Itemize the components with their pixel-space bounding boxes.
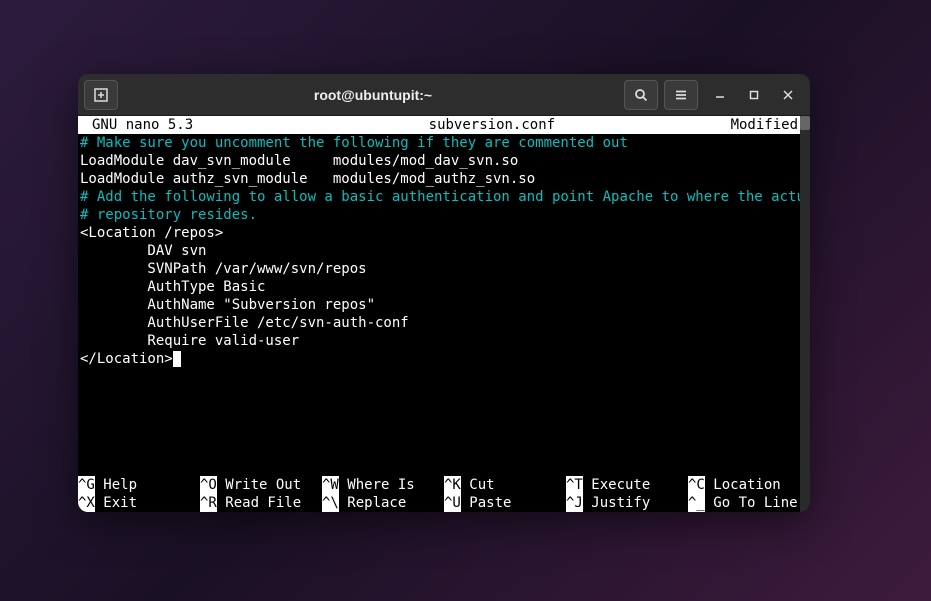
editor-line: SVNPath /var/www/svn/repos [80, 260, 810, 278]
nano-shortcut: ^U Paste [444, 494, 566, 512]
nano-shortcut: ^R Read File [200, 494, 322, 512]
cursor [173, 351, 181, 367]
scrollbar[interactable] [800, 116, 810, 512]
editor-content[interactable]: # Make sure you uncomment the following … [78, 134, 810, 368]
nano-status: Modified [731, 116, 808, 134]
nano-shortcut-row: ^X Exit ^R Read File ^\ Replace ^U Paste… [78, 494, 810, 512]
editor-line: </Location> [80, 350, 810, 368]
nano-shortcut: ^O Write Out [200, 476, 322, 494]
menu-button[interactable] [664, 80, 698, 110]
editor-line: AuthName "Subversion repos" [80, 296, 810, 314]
nano-shortcut: ^T Execute [566, 476, 688, 494]
nano-shortcut: ^K Cut [444, 476, 566, 494]
editor-line: # Make sure you uncomment the following … [80, 134, 810, 152]
editor-line: # repository resides. [80, 206, 810, 224]
editor-line: # Add the following to allow a basic aut… [80, 188, 810, 206]
new-tab-icon [93, 87, 109, 103]
nano-filename: subversion.conf [193, 116, 730, 134]
editor-line: Require valid-user [80, 332, 810, 350]
editor-line: LoadModule dav_svn_module modules/mod_da… [80, 152, 810, 170]
scrollbar-thumb[interactable] [800, 116, 810, 130]
editor-line: <Location /repos> [80, 224, 810, 242]
editor-line: DAV svn [80, 242, 810, 260]
nano-shortcut: ^X Exit [78, 494, 200, 512]
maximize-button[interactable] [738, 80, 770, 110]
maximize-icon [749, 90, 759, 100]
nano-footer: ^G Help ^O Write Out ^W Where Is ^K Cut … [78, 476, 810, 512]
titlebar: root@ubuntupit:~ [78, 74, 810, 116]
search-icon [634, 88, 648, 102]
terminal-body[interactable]: GNU nano 5.3 subversion.conf Modified # … [78, 116, 810, 512]
nano-shortcut: ^G Help [78, 476, 200, 494]
nano-shortcut-row: ^G Help ^O Write Out ^W Where Is ^K Cut … [78, 476, 810, 494]
editor-line: AuthUserFile /etc/svn-auth-conf [80, 314, 810, 332]
new-tab-button[interactable] [84, 80, 118, 110]
nano-shortcut: ^W Where Is [322, 476, 444, 494]
search-button[interactable] [624, 80, 658, 110]
terminal-window: root@ubuntupit:~ [78, 74, 810, 512]
minimize-button[interactable] [704, 80, 736, 110]
nano-shortcut: ^C Location [688, 476, 810, 494]
nano-shortcut: ^\ Replace [322, 494, 444, 512]
window-title: root@ubuntupit:~ [122, 87, 624, 103]
nano-shortcut: ^J Justify [566, 494, 688, 512]
close-icon [783, 90, 793, 100]
close-button[interactable] [772, 80, 804, 110]
minimize-icon [715, 90, 725, 100]
editor-line: LoadModule authz_svn_module modules/mod_… [80, 170, 810, 188]
nano-version: GNU nano 5.3 [80, 116, 193, 134]
editor-line: AuthType Basic [80, 278, 810, 296]
nano-shortcut: ^_ Go To Line [688, 494, 810, 512]
nano-header: GNU nano 5.3 subversion.conf Modified [78, 116, 810, 134]
hamburger-icon [674, 88, 688, 102]
